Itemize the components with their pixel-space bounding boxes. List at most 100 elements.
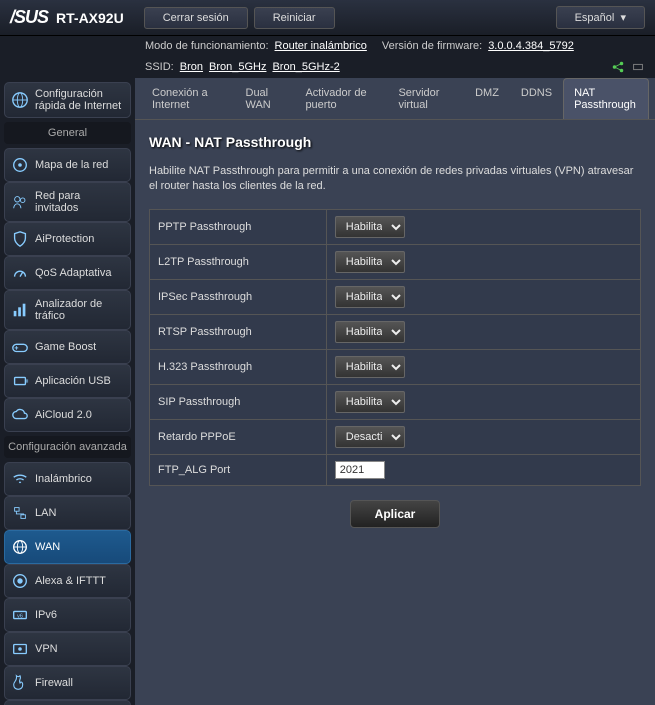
qos-icon — [11, 264, 29, 282]
cloud-icon — [11, 406, 29, 424]
setting-select[interactable]: Habilitar — [335, 286, 405, 308]
chart-icon — [11, 301, 29, 319]
usb-icon[interactable] — [631, 60, 645, 74]
usb-icon — [11, 372, 29, 390]
sidebar-item[interactable]: WAN — [4, 530, 131, 564]
setting-label: FTP_ALG Port — [150, 454, 327, 485]
tab[interactable]: NAT Passthrough — [563, 78, 649, 119]
sidebar-item-label: Game Boost — [35, 341, 96, 353]
mode-link[interactable]: Router inalámbrico — [275, 40, 367, 52]
sidebar-item-label: Alexa & IFTTT — [35, 575, 106, 587]
ssid-label: SSID: — [145, 61, 174, 73]
setting-row: PPTP Passthrough Habilitar — [150, 209, 641, 244]
setting-select[interactable]: Habilitar — [335, 216, 405, 238]
setting-label: PPTP Passthrough — [150, 209, 327, 244]
ssid-1[interactable]: Bron — [180, 61, 203, 73]
sidebar-item[interactable]: QoS Adaptativa — [4, 256, 131, 290]
brand-logo: /SUS — [10, 7, 48, 28]
tab[interactable]: DDNS — [510, 78, 563, 119]
firmware-label: Versión de firmware: — [382, 40, 482, 52]
setting-row: SIP Passthrough Habilitar — [150, 384, 641, 419]
sidebar-item[interactable]: Firewall — [4, 666, 131, 700]
game-icon — [11, 338, 29, 356]
page-title: WAN - NAT Passthrough — [149, 134, 641, 150]
apply-button[interactable]: Aplicar — [350, 500, 441, 528]
sidebar-item-label: AiProtection — [35, 233, 94, 245]
sidebar-quick-setup[interactable]: Configuración rápida de Internet — [4, 82, 131, 118]
vpn-icon — [11, 640, 29, 658]
setting-row: L2TP Passthrough Habilitar — [150, 244, 641, 279]
sidebar-item-label: Aplicación USB — [35, 375, 111, 387]
sidebar-item-label: LAN — [35, 507, 56, 519]
sidebar-item-label: QoS Adaptativa — [35, 267, 111, 279]
setting-row: FTP_ALG Port — [150, 454, 641, 485]
sidebar-item-label: Firewall — [35, 677, 73, 689]
guest-icon — [11, 193, 29, 211]
setting-select[interactable]: Habilitar — [335, 391, 405, 413]
sidebar-item-label: Mapa de la red — [35, 159, 108, 171]
sidebar-item[interactable]: AiProtection — [4, 222, 131, 256]
setting-row: H.323 Passthrough Habilitar — [150, 349, 641, 384]
setting-select[interactable]: Desactivar — [335, 426, 405, 448]
setting-label: H.323 Passthrough — [150, 349, 327, 384]
sidebar-item[interactable]: Alexa & IFTTT — [4, 564, 131, 598]
sidebar-item[interactable]: Game Boost — [4, 330, 131, 364]
sidebar-item[interactable]: AiCloud 2.0 — [4, 398, 131, 432]
shield-icon — [11, 230, 29, 248]
sidebar-item[interactable]: Administración — [4, 700, 131, 705]
ipv6-icon: v6 — [11, 606, 29, 624]
sidebar-item-label: WAN — [35, 541, 60, 553]
setting-label: L2TP Passthrough — [150, 244, 327, 279]
logo: /SUS RT-AX92U — [10, 7, 124, 28]
wifi-icon — [11, 470, 29, 488]
setting-select[interactable]: Habilitar — [335, 356, 405, 378]
setting-select[interactable]: Habilitar — [335, 321, 405, 343]
sidebar-item[interactable]: Inalámbrico — [4, 462, 131, 496]
sidebar: Configuración rápida de Internet General… — [0, 78, 135, 705]
top-bar: /SUS RT-AX92U Cerrar sesión Reiniciar Es… — [0, 0, 655, 36]
sidebar-item-label: Inalámbrico — [35, 473, 92, 485]
tab[interactable]: DMZ — [464, 78, 510, 119]
setting-label: RTSP Passthrough — [150, 314, 327, 349]
ssid-3[interactable]: Bron_5GHz-2 — [272, 61, 339, 73]
wan-icon — [11, 538, 29, 556]
reboot-button[interactable]: Reiniciar — [254, 7, 335, 29]
fire-icon — [11, 674, 29, 692]
sidebar-general-header: General — [4, 122, 131, 144]
content-area: Conexión a InternetDual WANActivador de … — [135, 78, 655, 705]
info-line-2: SSID: Bron Bron_5GHz Bron_5GHz-2 — [0, 56, 655, 78]
firmware-link[interactable]: 3.0.0.4.384_5792 — [488, 40, 574, 52]
tab[interactable]: Conexión a Internet — [141, 78, 235, 119]
setting-label: Retardo PPPoE — [150, 419, 327, 454]
setting-select[interactable]: Habilitar — [335, 251, 405, 273]
sidebar-item[interactable]: Aplicación USB — [4, 364, 131, 398]
tab[interactable]: Servidor virtual — [387, 78, 464, 119]
sidebar-item[interactable]: VPN — [4, 632, 131, 666]
sidebar-item[interactable]: Mapa de la red — [4, 148, 131, 182]
sidebar-item[interactable]: Analizador de tráfico — [4, 290, 131, 330]
sidebar-item-label: IPv6 — [35, 609, 57, 621]
tab[interactable]: Dual WAN — [235, 78, 295, 119]
ssid-2[interactable]: Bron_5GHz — [209, 61, 266, 73]
language-select[interactable]: Español ▾ — [556, 6, 645, 29]
mesh-icon[interactable] — [611, 60, 625, 74]
alexa-icon — [11, 572, 29, 590]
setting-row: RTSP Passthrough Habilitar — [150, 314, 641, 349]
setting-label: SIP Passthrough — [150, 384, 327, 419]
lan-icon — [11, 504, 29, 522]
model-name: RT-AX92U — [56, 10, 124, 26]
tab-bar: Conexión a InternetDual WANActivador de … — [135, 78, 655, 120]
logout-button[interactable]: Cerrar sesión — [144, 7, 248, 29]
svg-text:v6: v6 — [17, 614, 23, 620]
sidebar-item[interactable]: Red para invitados — [4, 182, 131, 222]
ftp-port-input[interactable] — [335, 461, 385, 479]
sidebar-item-label: AiCloud 2.0 — [35, 409, 92, 421]
setting-row: IPSec Passthrough Habilitar — [150, 279, 641, 314]
tab[interactable]: Activador de puerto — [294, 78, 387, 119]
sidebar-quick-label: Configuración rápida de Internet — [35, 88, 124, 112]
sidebar-item[interactable]: v6 IPv6 — [4, 598, 131, 632]
mode-label: Modo de funcionamiento: — [145, 40, 269, 52]
setting-label: IPSec Passthrough — [150, 279, 327, 314]
sidebar-item[interactable]: LAN — [4, 496, 131, 530]
info-line-1: Modo de funcionamiento: Router inalámbri… — [0, 36, 655, 56]
